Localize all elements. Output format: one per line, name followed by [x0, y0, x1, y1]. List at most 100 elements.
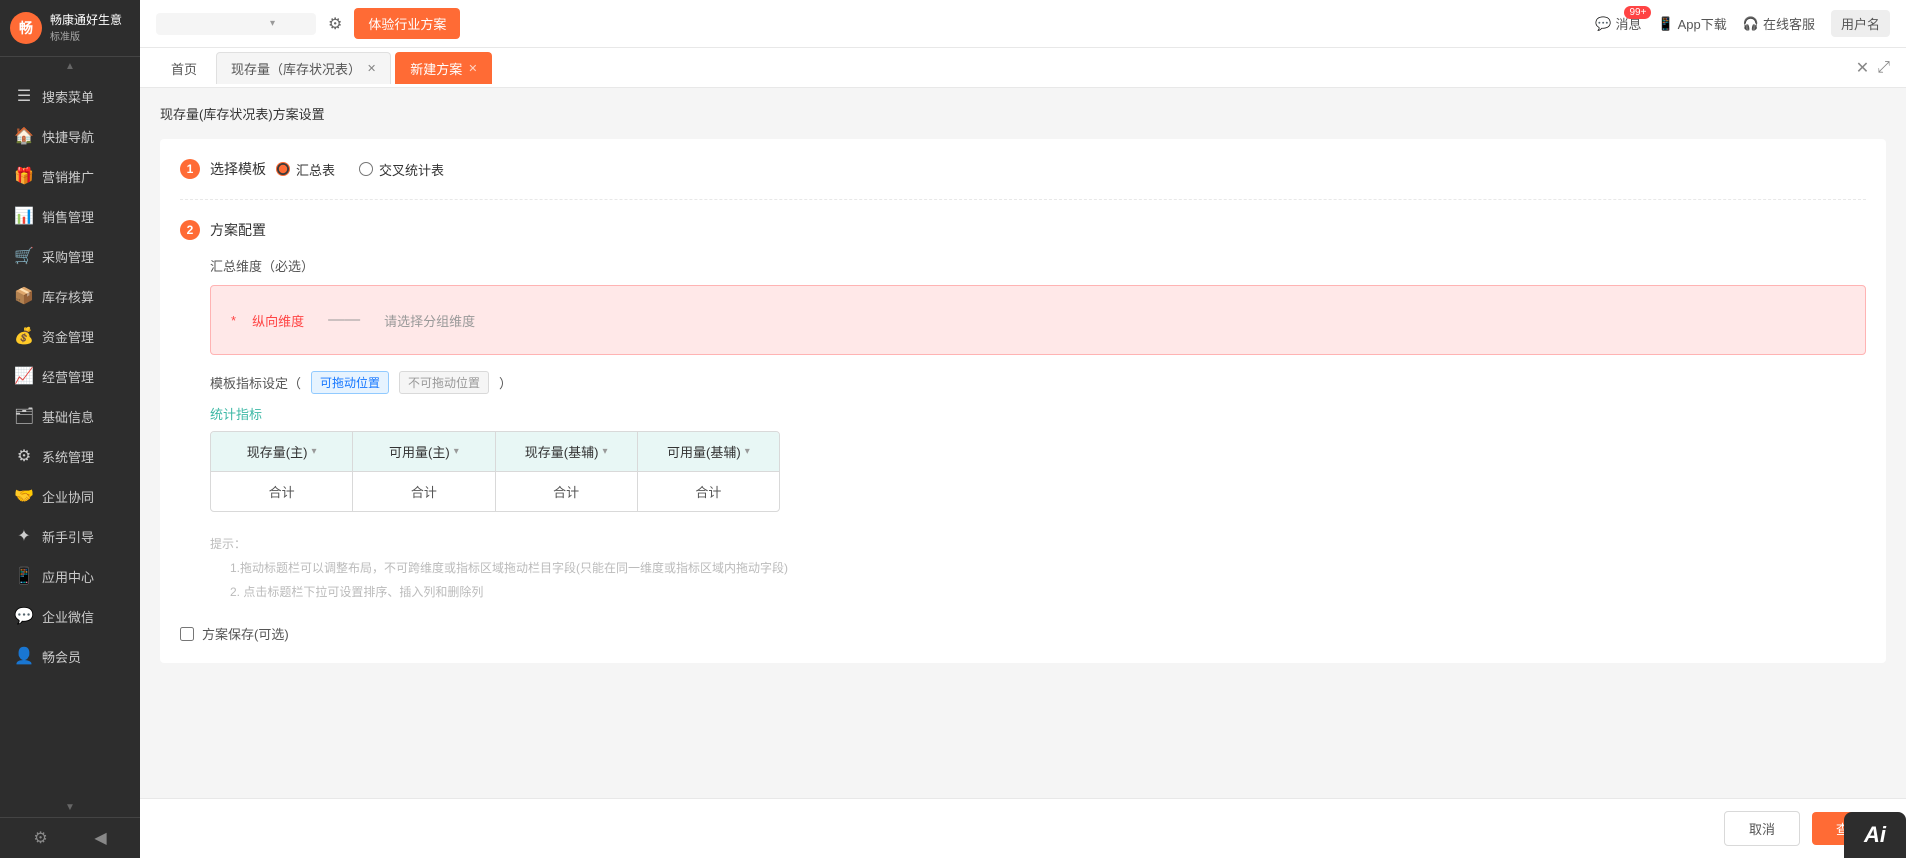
sidebar-item-label: 畅会员 [42, 647, 81, 666]
sidebar-item-sales[interactable]: 📊 销售管理 [0, 196, 140, 236]
star-icon: ✦ [14, 526, 34, 546]
step1-section: 1 选择模板 汇总表 交叉统计表 [180, 159, 1866, 179]
tabs-bar: 首页 现存量（库存状况表） ✕ 新建方案 ✕ ✕ ⤢ [140, 48, 1906, 88]
col-dropdown-1[interactable]: ▾ [454, 446, 459, 457]
page-content: 现存量(库存状况表)方案设置 1 选择模板 汇总表 交叉统计表 [140, 88, 1906, 798]
tab-close-new-plan[interactable]: ✕ [468, 62, 477, 75]
sidebar-item-finance[interactable]: 💰 资金管理 [0, 316, 140, 356]
save-scheme-checkbox[interactable] [180, 627, 194, 641]
template-radio-group: 汇总表 交叉统计表 [276, 160, 444, 179]
search-dropdown-icon[interactable]: ▾ [270, 18, 275, 29]
tab-new-plan[interactable]: 新建方案 ✕ [395, 52, 492, 84]
dim-required-marker: * [231, 313, 236, 328]
user-menu[interactable]: 用户名 [1831, 10, 1890, 37]
tab-home[interactable]: 首页 [156, 52, 212, 84]
sidebar-item-search[interactable]: ☰ 搜索菜单 [0, 76, 140, 116]
col-body-1: 合计 [353, 471, 495, 511]
step2-title: 方案配置 [210, 220, 266, 240]
step1-title: 选择模板 [210, 159, 266, 179]
expand-tab-button[interactable]: ⤢ [1877, 58, 1890, 78]
search-nav-icon: ☰ [14, 86, 34, 106]
tips-title: 提示： [210, 537, 246, 551]
cancel-button[interactable]: 取消 [1724, 811, 1800, 846]
sidebar-item-label: 销售管理 [42, 207, 94, 226]
dim-placeholder[interactable]: 请选择分组维度 [384, 311, 475, 330]
radio-cross-input[interactable] [359, 162, 373, 176]
sidebar-footer: ⚙ ◀ [0, 817, 140, 858]
messages-button[interactable]: 💬 消息 99+ [1595, 14, 1641, 33]
wechat-icon: 💬 [14, 606, 34, 626]
app-download-button[interactable]: 📱 App下载 [1657, 14, 1726, 33]
tabs-controls: ✕ ⤢ [1856, 58, 1890, 78]
dimension-box: * 纵向维度 —— 请选择分组维度 [210, 285, 1866, 355]
gift-icon: 🎁 [14, 166, 34, 186]
header-search[interactable]: ▾ [156, 13, 316, 35]
chart-icon: 📊 [14, 206, 34, 226]
radio-summary[interactable]: 汇总表 [276, 160, 335, 179]
col-dropdown-0[interactable]: ▾ [311, 446, 316, 457]
col-body-2: 合计 [496, 471, 638, 511]
col-dropdown-3[interactable]: ▾ [745, 446, 750, 457]
collapse-icon[interactable]: ◀ [94, 828, 106, 848]
save-scheme: 方案保存(可选) [180, 624, 1866, 643]
sidebar-item-label: 快捷导航 [42, 127, 94, 146]
radio-summary-input[interactable] [276, 162, 290, 176]
sidebar-item-label: 基础信息 [42, 407, 94, 426]
sidebar-item-enterprise[interactable]: 🤝 企业协同 [0, 476, 140, 516]
trial-button[interactable]: 体验行业方案 [354, 8, 460, 39]
sidebar-logo: 畅 畅康通好生意 标准版 [0, 0, 140, 57]
sidebar-item-basic[interactable]: 🗂 基础信息 [0, 396, 140, 436]
sidebar-item-purchase[interactable]: 🛒 采购管理 [0, 236, 140, 276]
col-header-3[interactable]: 可用量(基辅) ▾ [638, 432, 779, 471]
sidebar-item-label: 应用中心 [42, 567, 94, 586]
col-header-2[interactable]: 现存量(基辅) ▾ [496, 432, 638, 471]
folder-icon: 🗂 [14, 406, 34, 426]
col-header-0[interactable]: 现存量(主) ▾ [211, 432, 353, 471]
sidebar-item-guide[interactable]: ✦ 新手引导 [0, 516, 140, 556]
sidebar-item-marketing[interactable]: 🎁 营销推广 [0, 156, 140, 196]
tab-close-inventory[interactable]: ✕ [367, 62, 376, 75]
search-input[interactable] [166, 17, 266, 31]
sidebar-item-label: 系统管理 [42, 447, 94, 466]
save-scheme-label: 方案保存(可选) [202, 624, 289, 643]
money-icon: 💰 [14, 326, 34, 346]
sidebar-item-quicknav[interactable]: 🏠 快捷导航 [0, 116, 140, 156]
system-icon: ⚙ [14, 446, 34, 466]
col-header-1[interactable]: 可用量(主) ▾ [353, 432, 495, 471]
operations-icon: 📈 [14, 366, 34, 386]
app-name: 畅康通好生意 [50, 13, 122, 29]
messages-badge: 99+ [1624, 6, 1651, 19]
sidebar-item-label: 企业协同 [42, 487, 94, 506]
page-title: 现存量(库存状况表)方案设置 [160, 104, 1886, 123]
ai-button[interactable]: Ai [1844, 812, 1906, 858]
sidebar-item-operations[interactable]: 📈 经营管理 [0, 356, 140, 396]
sidebar-item-apps[interactable]: 📱 应用中心 [0, 556, 140, 596]
sidebar-item-inventory[interactable]: 📦 库存核算 [0, 276, 140, 316]
stats-header: 现存量(主) ▾ 可用量(主) ▾ 现存量(基辅) ▾ [211, 432, 779, 471]
sidebar-item-wechat[interactable]: 💬 企业微信 [0, 596, 140, 636]
settings-icon[interactable]: ⚙ [328, 14, 342, 34]
sidebar-item-label: 新手引导 [42, 527, 94, 546]
tips-section: 提示： 1.拖动标题栏可以调整布局，不可跨维度或指标区域拖动栏目字段(只能在同一… [210, 532, 1866, 604]
sidebar-item-system[interactable]: ⚙ 系统管理 [0, 436, 140, 476]
step2-content: 汇总维度（必选） * 纵向维度 —— 请选择分组维度 模板指标设定（ 可拖动位置… [180, 256, 1866, 604]
stats-table: 现存量(主) ▾ 可用量(主) ▾ 现存量(基辅) ▾ [210, 431, 780, 512]
tip-item-0: 1.拖动标题栏可以调整布局，不可跨维度或指标区域拖动栏目字段(只能在同一维度或指… [210, 556, 1866, 580]
settings-footer-icon[interactable]: ⚙ [33, 828, 47, 848]
logo-icon: 畅 [10, 12, 42, 44]
sidebar-item-member[interactable]: 👤 畅会员 [0, 636, 140, 676]
sidebar: 畅 畅康通好生意 标准版 ▲ ☰ 搜索菜单 🏠 快捷导航 🎁 营销推广 📊 销售… [0, 0, 140, 858]
close-all-tabs-button[interactable]: ✕ [1856, 58, 1869, 78]
sidebar-scroll-down[interactable]: ▼ [0, 798, 140, 817]
step1-header: 1 选择模板 汇总表 交叉统计表 [180, 159, 1866, 179]
radio-cross[interactable]: 交叉统计表 [359, 160, 444, 179]
step1-number: 1 [180, 159, 200, 179]
top-header: ▾ ⚙ 体验行业方案 💬 消息 99+ 📱 App下载 🎧 在线客服 用户名 [140, 0, 1906, 48]
online-service-button[interactable]: 🎧 在线客服 [1743, 14, 1815, 33]
col-dropdown-2[interactable]: ▾ [602, 446, 607, 457]
sidebar-item-label: 资金管理 [42, 327, 94, 346]
tab-inventory-status[interactable]: 现存量（库存状况表） ✕ [216, 52, 391, 84]
sidebar-item-label: 企业微信 [42, 607, 94, 626]
sidebar-item-label: 搜索菜单 [42, 87, 94, 106]
sidebar-scroll-up[interactable]: ▲ [0, 57, 140, 76]
